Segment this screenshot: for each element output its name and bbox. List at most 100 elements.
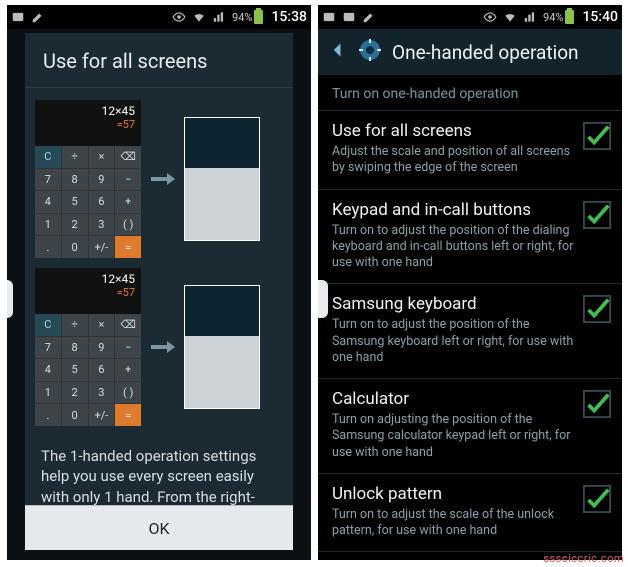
checkbox-checked-icon[interactable] <box>582 200 612 234</box>
calc-key: 2 <box>62 382 88 404</box>
ok-button[interactable]: OK <box>25 505 293 550</box>
calc-key: 6 <box>89 359 115 381</box>
battery-icon: 94% <box>543 10 574 24</box>
checkbox-checked-icon[interactable] <box>582 484 612 518</box>
illustration-row-2: 12×45=57 C÷×⌫789−456+123( ).0+/-= <box>35 268 283 426</box>
setting-label: Unlock pattern <box>332 484 574 504</box>
settings-gear-icon[interactable] <box>358 38 382 66</box>
edit-icon <box>362 10 376 24</box>
calc-key: 0 <box>62 404 88 426</box>
calc-key: 9 <box>89 169 115 191</box>
checkbox-checked-icon[interactable] <box>582 121 612 155</box>
status-bar: 94% 15:38 <box>7 5 311 29</box>
calc-key: 8 <box>62 337 88 359</box>
setting-subtext: Turn on to adjust the position of the Sa… <box>332 317 574 366</box>
wifi-icon <box>503 10 517 24</box>
calc-key: ( ) <box>115 214 141 236</box>
calc-key: × <box>89 146 115 168</box>
title-bar: One-handed operation <box>318 29 622 76</box>
setting-label: Calculator <box>332 389 574 409</box>
calc-key: +/- <box>89 404 115 426</box>
calc-key: . <box>35 236 61 258</box>
setting-subtext: Turn on adjusting the position of the Sa… <box>332 412 574 461</box>
calc-key: + <box>115 191 141 213</box>
calc-key: 7 <box>35 337 61 359</box>
setting-subtext: Turn on to adjust the scale of the unloc… <box>332 507 574 540</box>
battery-icon: 94% <box>232 10 263 24</box>
dialog-body: 12×45=57 C÷×⌫789−456+123( ).0+/-= 12×45=… <box>25 88 293 505</box>
image-icon <box>322 10 336 24</box>
right-phone: 94% 15:40 One-handed operation Turn on o… <box>318 5 622 560</box>
status-bar: 94% 15:40 <box>318 5 622 29</box>
back-icon[interactable] <box>328 40 348 64</box>
calc-key: ÷ <box>62 314 88 336</box>
calc-key: × <box>89 314 115 336</box>
signal-icon <box>212 10 226 24</box>
arrow-right-icon <box>151 170 175 188</box>
calc-key: 7 <box>35 169 61 191</box>
setting-item[interactable]: Samsung keyboard Turn on to adjust the po… <box>318 283 622 378</box>
dialog-description: The 1-handed operation settings help you… <box>35 436 283 505</box>
signal-icon <box>523 10 537 24</box>
calc-key: ( ) <box>115 382 141 404</box>
calc-key: 6 <box>89 191 115 213</box>
calc-mini <box>185 118 259 240</box>
setting-item[interactable]: Use for all screens Adjust the scale and … <box>318 110 622 189</box>
image-icon <box>11 10 25 24</box>
calc-key: 3 <box>89 214 115 236</box>
setting-subtext: Turn on to adjust the position of the di… <box>332 223 574 272</box>
page-title: One-handed operation <box>392 41 579 64</box>
calc-full: 12×45=57 C÷×⌫789−456+123( ).0+/-= <box>35 268 141 426</box>
edit-icon <box>31 10 45 24</box>
edge-handle[interactable] <box>318 280 328 318</box>
edge-handle[interactable] <box>7 280 13 318</box>
calc-key: + <box>115 359 141 381</box>
calc-key: C <box>35 314 61 336</box>
dialog: Use for all screens 12×45=57 C÷×⌫789−456… <box>25 33 293 550</box>
calc-full: 12×45=57 C÷×⌫789−456+123( ).0+/-= <box>35 100 141 258</box>
calc-key: 4 <box>35 191 61 213</box>
calc-key: ⌫ <box>115 146 141 168</box>
calc-key: . <box>35 404 61 426</box>
setting-subtext: Adjust the scale and position of all scr… <box>332 144 574 177</box>
left-phone: 94% 15:38 Use for all screens 12×45=57 C… <box>7 5 311 560</box>
wifi-icon <box>192 10 206 24</box>
calc-key: 8 <box>62 169 88 191</box>
calc-key: = <box>115 404 141 426</box>
calc-key: 5 <box>62 191 88 213</box>
setting-label: Keypad and in-call buttons <box>332 200 574 220</box>
setting-item[interactable]: Keypad and in-call buttons Turn on to adj… <box>318 189 622 284</box>
watermark: sssciccric.com <box>543 552 624 565</box>
dialog-title: Use for all screens <box>25 33 293 88</box>
status-clock: 15:40 <box>582 9 618 25</box>
calc-key: 3 <box>89 382 115 404</box>
calc-key: 0 <box>62 236 88 258</box>
calc-key: ÷ <box>62 146 88 168</box>
calc-key: +/- <box>89 236 115 258</box>
calc-key: 5 <box>62 359 88 381</box>
checkbox-checked-icon[interactable] <box>582 294 612 328</box>
eye-icon <box>172 10 186 24</box>
calc-key: − <box>115 337 141 359</box>
setting-item[interactable]: Unlock pattern Turn on to adjust the scal… <box>318 473 622 552</box>
arrow-right-icon <box>151 338 175 356</box>
status-clock: 15:38 <box>271 9 307 25</box>
calc-key: 4 <box>35 359 61 381</box>
calc-key: − <box>115 169 141 191</box>
calc-key: C <box>35 146 61 168</box>
calc-mini <box>185 286 259 408</box>
calc-key: 9 <box>89 337 115 359</box>
calc-key: = <box>115 236 141 258</box>
calc-key: 2 <box>62 214 88 236</box>
eye-icon <box>483 10 497 24</box>
image-icon <box>342 10 356 24</box>
illustration-row-1: 12×45=57 C÷×⌫789−456+123( ).0+/-= <box>35 100 283 258</box>
setting-label: Use for all screens <box>332 121 574 141</box>
calc-key: 1 <box>35 382 61 404</box>
setting-label: Samsung keyboard <box>332 294 574 314</box>
calc-key: ⌫ <box>115 314 141 336</box>
checkbox-checked-icon[interactable] <box>582 389 612 423</box>
calc-key: 1 <box>35 214 61 236</box>
section-header: Turn on one-handed operation <box>318 76 622 110</box>
setting-item[interactable]: Calculator Turn on adjusting the position… <box>318 378 622 473</box>
